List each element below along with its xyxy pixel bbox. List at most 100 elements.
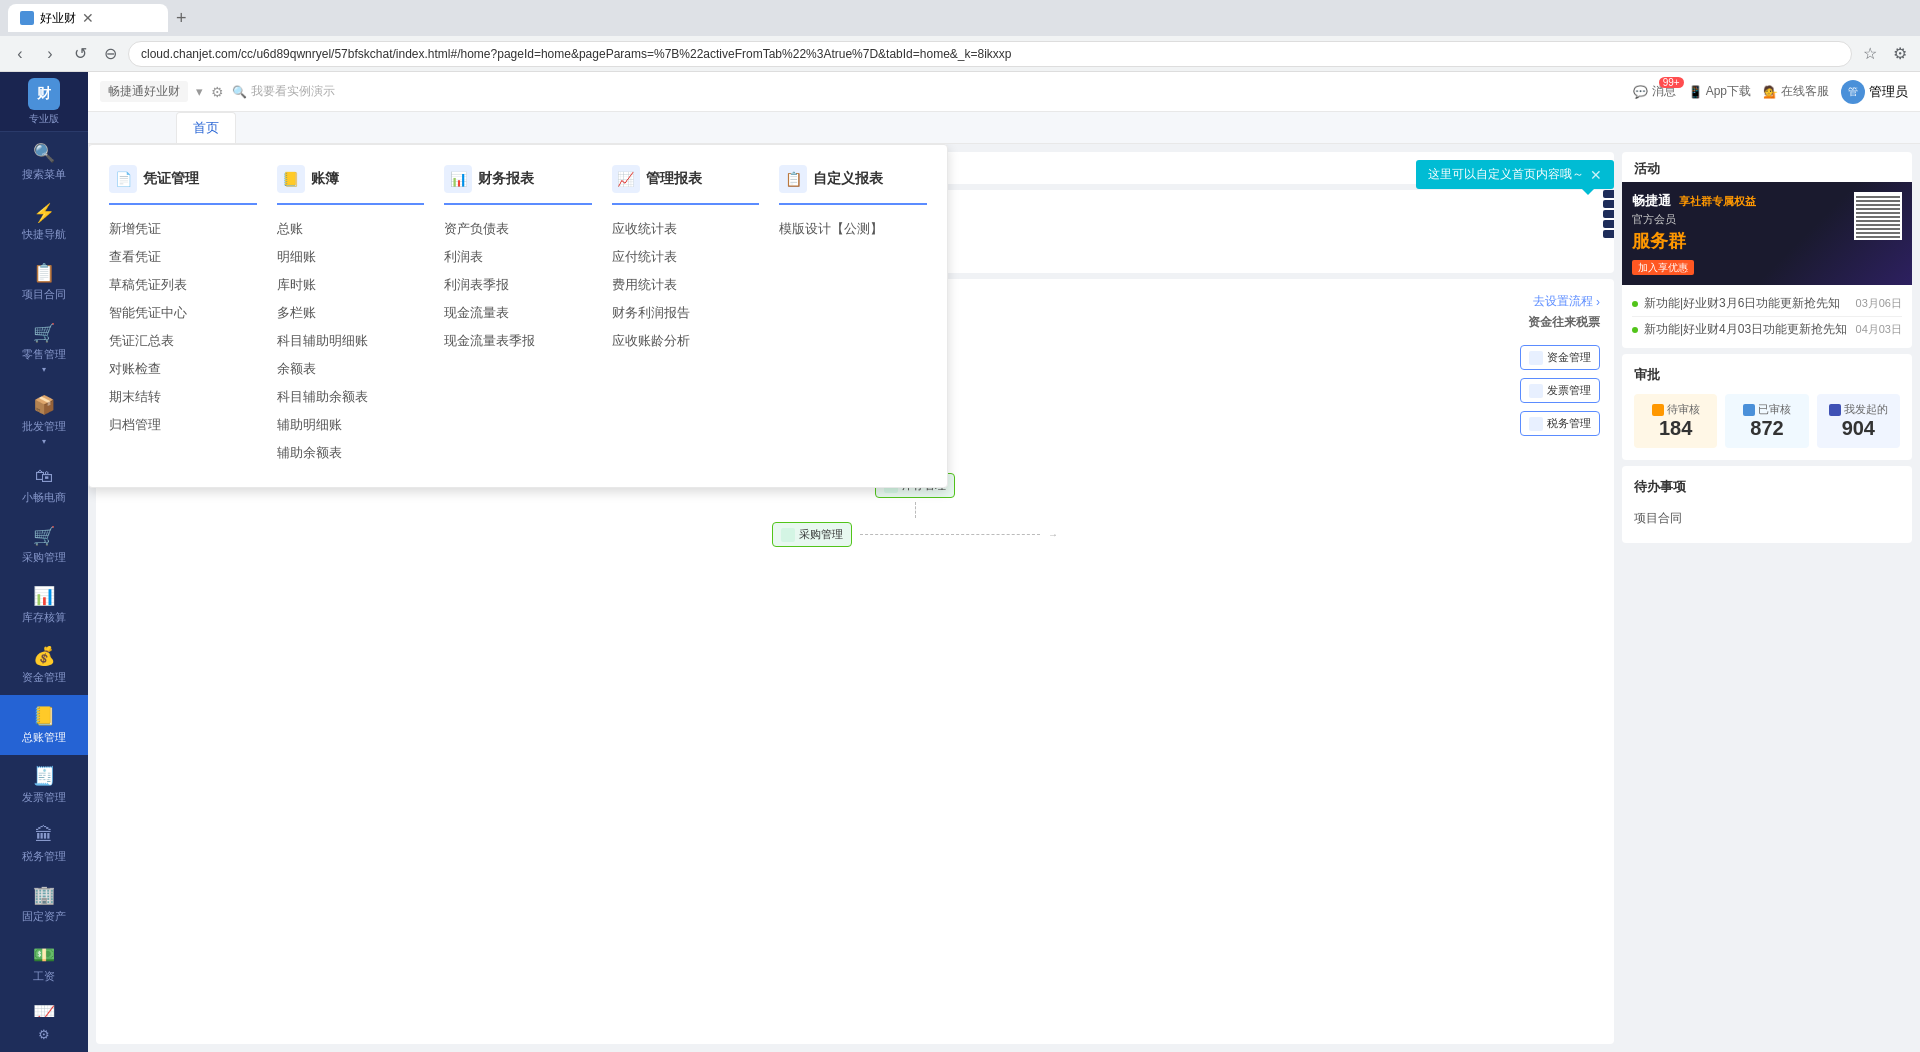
menu-item-subject-balance[interactable]: 科目辅助余额表	[277, 383, 425, 411]
dropdown-col-voucher: 📄 凭证管理 新增凭证 查看凭证 草稿凭证列表 智能凭证中心 凭证汇总表 对账检…	[109, 165, 257, 467]
forward-button[interactable]: ›	[38, 42, 62, 66]
approval-stat-mine[interactable]: 我发起的 904	[1817, 394, 1900, 448]
menu-item-add-voucher[interactable]: 新增凭证	[109, 215, 257, 243]
browser-tab[interactable]: 好业财 ✕	[8, 4, 168, 32]
right-panel: 活动 畅捷通 享社群专属权益 官方会员	[1622, 152, 1912, 1044]
menu-item-balance[interactable]: 余额表	[277, 355, 425, 383]
approval-stat-done[interactable]: 已审核 872	[1725, 394, 1808, 448]
go-set-flow-link[interactable]: 去设置流程 ›	[1533, 293, 1600, 310]
sidebar-item-ops[interactable]: 📈 经营管理	[0, 994, 88, 1017]
menu-item-archive[interactable]: 归档管理	[109, 411, 257, 439]
mgmt-report-col-icon: 📈	[612, 165, 640, 193]
sidebar-item-finance[interactable]: 💰 资金管理	[0, 635, 88, 695]
flow-box-fund[interactable]: 资金管理	[1520, 345, 1600, 370]
sidebar-item-purchase[interactable]: 🛒 采购管理	[0, 515, 88, 575]
menu-item-view-voucher[interactable]: 查看凭证	[109, 243, 257, 271]
extension-button[interactable]: ⚙	[1888, 42, 1912, 66]
user-menu[interactable]: 管 管理员	[1841, 80, 1908, 104]
menu-item-recv-stat[interactable]: 应收统计表	[612, 215, 760, 243]
menu-item-multi-col[interactable]: 多栏账	[277, 299, 425, 327]
sidebar-item-label: 采购管理	[22, 550, 66, 565]
app-download-button[interactable]: 📱 App下载	[1688, 83, 1751, 100]
todo-item-project[interactable]: 项目合同	[1634, 506, 1900, 531]
menu-item-general-ledger[interactable]: 总账	[277, 215, 425, 243]
sidebar-item-assets[interactable]: 🏢 固定资产	[0, 874, 88, 934]
brand-line2-text: 官方会员	[1632, 213, 1676, 225]
menu-item-voucher-summary[interactable]: 凭证汇总表	[109, 327, 257, 355]
back-button[interactable]: ‹	[8, 42, 32, 66]
menu-item-income-q[interactable]: 利润表季报	[444, 271, 592, 299]
menu-item-expense-stat[interactable]: 费用统计表	[612, 271, 760, 299]
sidebar-item-tax[interactable]: 🏛 税务管理	[0, 815, 88, 874]
address-bar[interactable]	[128, 41, 1852, 67]
menu-item-balance-sheet[interactable]: 资产负债表	[444, 215, 592, 243]
sidebar-item-wholesale[interactable]: 📦 批发管理 ▾	[0, 384, 88, 456]
menu-item-cashflow-q[interactable]: 现金流量表季报	[444, 327, 592, 355]
demo-search[interactable]: 🔍 我要看实例演示	[232, 83, 335, 100]
help-center-edge-btn[interactable]: 帮助中心	[1603, 200, 1614, 208]
sidebar-item-search[interactable]: 🔍 搜索菜单	[0, 132, 88, 192]
sidebar-item-quicknav[interactable]: ⚡ 快捷导航	[0, 192, 88, 252]
new-tab-button[interactable]: +	[176, 8, 187, 29]
inventory-icon: 📊	[33, 585, 55, 607]
top-header: 畅捷通好业财 ▾ ⚙ 🔍 我要看实例演示 💬 消息 99+ 📱 App下载	[88, 72, 1920, 112]
menu-item-period-close[interactable]: 期末结转	[109, 383, 257, 411]
message-button[interactable]: 💬 消息 99+	[1633, 83, 1676, 100]
stat-label-pending: 待审核	[1642, 402, 1709, 417]
done-icon	[1743, 404, 1755, 416]
home-settings-edge-btn[interactable]: 首页设置	[1603, 190, 1614, 198]
sidebar-item-invoice[interactable]: 🧾 发票管理	[0, 755, 88, 815]
menu-item-draft-voucher[interactable]: 草稿凭证列表	[109, 271, 257, 299]
pending-num: 184	[1642, 417, 1709, 440]
menu-item-recv-aging[interactable]: 应收账龄分析	[612, 327, 760, 355]
sidebar-item-retail[interactable]: 🛒 零售管理 ▾	[0, 312, 88, 384]
sidebar-item-salary[interactable]: 💵 工资	[0, 934, 88, 994]
flow-box-invoice[interactable]: 发票管理	[1520, 378, 1600, 403]
menu-item-aux-detail[interactable]: 辅助明细账	[277, 411, 425, 439]
menu-item-subject-detail[interactable]: 科目辅助明细账	[277, 327, 425, 355]
tax-icon: 🏛	[35, 825, 53, 846]
tab-close-button[interactable]: ✕	[82, 10, 94, 26]
flow-box-purchase[interactable]: 采购管理	[772, 522, 852, 547]
desktop-shortcut-edge-btn[interactable]: 桌面快捷	[1603, 230, 1614, 238]
tab-home[interactable]: 首页	[176, 112, 236, 143]
finance-report-col-icon: 📊	[444, 165, 472, 193]
home-nav-button[interactable]: ⊖	[98, 42, 122, 66]
company-dropdown-icon[interactable]: ▾	[196, 84, 203, 99]
news-item-1[interactable]: 新功能|好业财3月6日功能更新抢先知 03月06日	[1632, 291, 1902, 317]
menu-item-template-design[interactable]: 模版设计【公测】	[779, 215, 927, 243]
menu-item-finance-profit[interactable]: 财务利润报告	[612, 299, 760, 327]
edition-label: 专业版	[29, 112, 59, 126]
flow-box-tax[interactable]: 税务管理	[1520, 411, 1600, 436]
bookmark-button[interactable]: ☆	[1858, 42, 1882, 66]
sidebar-item-ledger[interactable]: 📒 总账管理	[0, 695, 88, 755]
settings-button[interactable]: ⚙	[0, 1017, 88, 1052]
col-title-custom-report: 自定义报表	[813, 170, 883, 188]
menu-item-aux-balance[interactable]: 辅助余额表	[277, 439, 425, 467]
community-edge-btn[interactable]: 服务社区	[1603, 220, 1614, 228]
ops-icon: 📈	[33, 1004, 55, 1017]
header-logo-area: 畅捷通好业财 ▾ ⚙	[100, 81, 224, 102]
news-dot-1	[1632, 301, 1638, 307]
menu-item-detail-ledger[interactable]: 明细账	[277, 243, 425, 271]
sidebar-item-ecommerce[interactable]: 🛍 小畅电商	[0, 456, 88, 515]
dropdown-col-finance-report: 📊 财务报表 资产负债表 利润表 利润表季报 现金流量表 现金流量表季报	[444, 165, 592, 467]
news-item-2[interactable]: 新功能|好业财4月03日功能更新抢先知 04月03日	[1632, 317, 1902, 342]
stat-label-mine: 我发起的	[1825, 402, 1892, 417]
sidebar-item-project[interactable]: 📋 项目合同	[0, 252, 88, 312]
menu-item-time-ledger[interactable]: 库时账	[277, 271, 425, 299]
approval-stat-pending[interactable]: 待审核 184	[1634, 394, 1717, 448]
tooltip-close-button[interactable]: ✕	[1590, 167, 1602, 183]
news-date-1: 03月06日	[1856, 296, 1902, 311]
online-service-button[interactable]: 💁 在线客服	[1763, 83, 1829, 100]
refresh-button[interactable]: ↺	[68, 42, 92, 66]
done-num: 872	[1733, 417, 1800, 440]
menu-item-reconcile[interactable]: 对账检查	[109, 355, 257, 383]
menu-item-cashflow[interactable]: 现金流量表	[444, 299, 592, 327]
menu-item-pay-stat[interactable]: 应付统计表	[612, 243, 760, 271]
menu-item-income-stmt[interactable]: 利润表	[444, 243, 592, 271]
menu-item-smart-voucher[interactable]: 智能凭证中心	[109, 299, 257, 327]
hotline-edge-btn[interactable]: 客服热线	[1603, 210, 1614, 218]
header-settings-icon[interactable]: ⚙	[211, 84, 224, 100]
sidebar-item-inventory[interactable]: 📊 库存核算	[0, 575, 88, 635]
